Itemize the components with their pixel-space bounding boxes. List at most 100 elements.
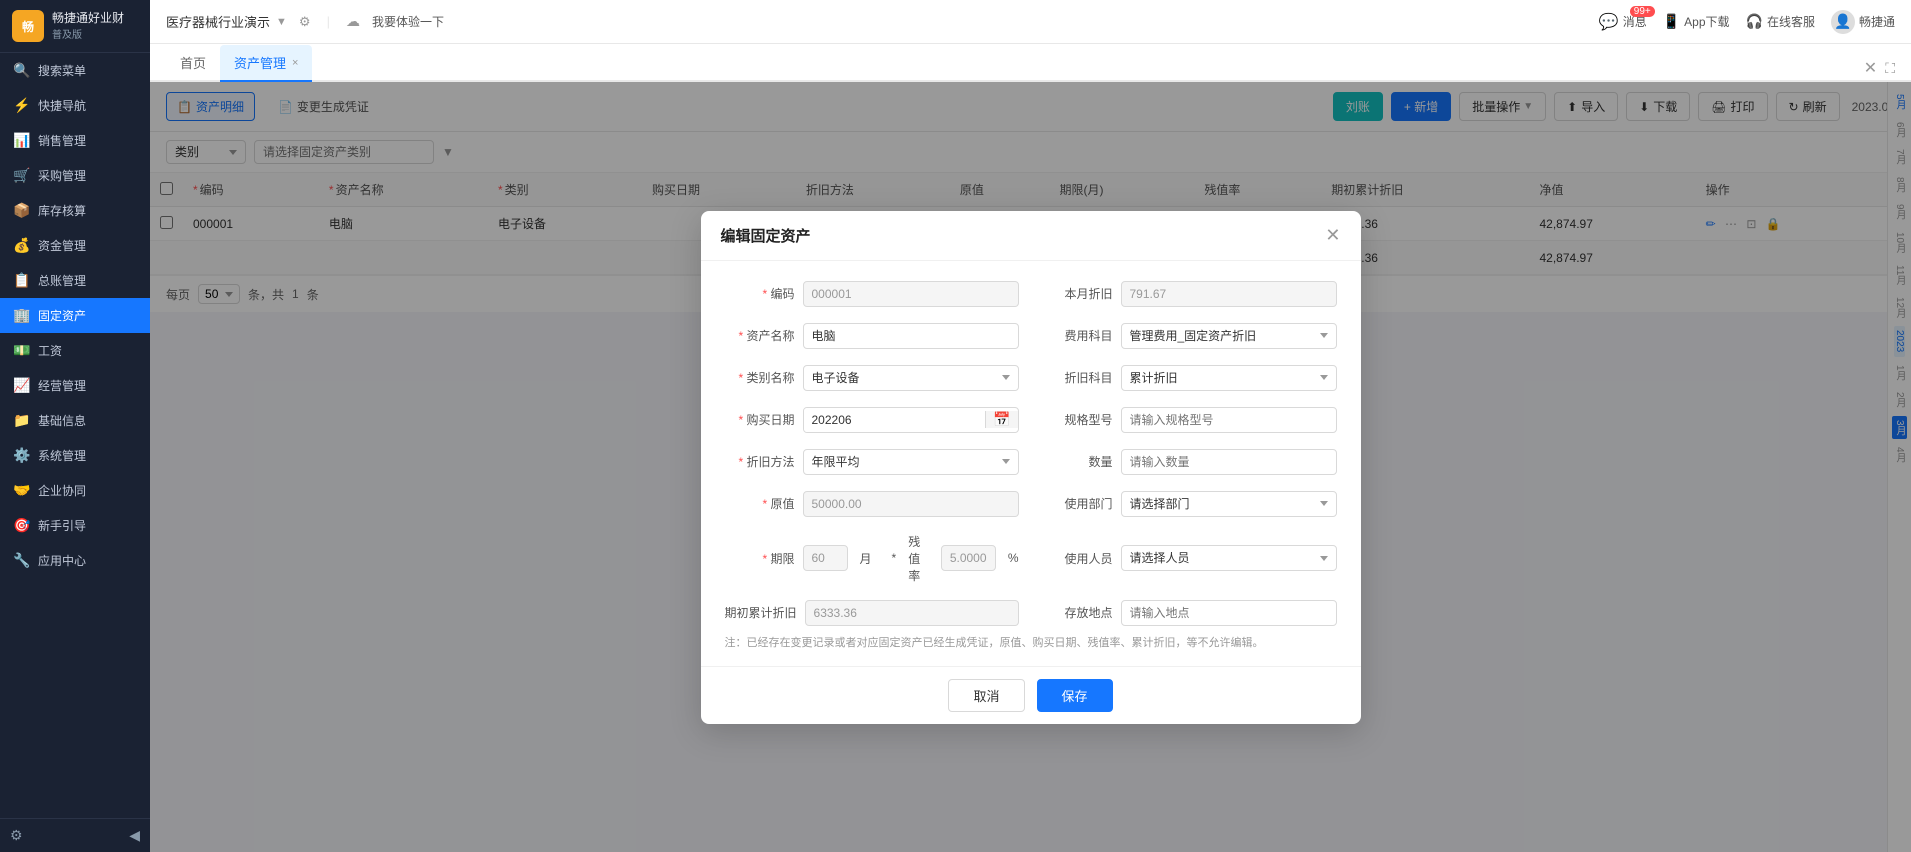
window-close-icon[interactable]: ✕ xyxy=(1864,58,1877,78)
app_center-icon: 🔧 xyxy=(14,553,30,569)
sidebar-item-basic[interactable]: 📁基础信息 xyxy=(0,403,150,438)
purchase-date-field: 📅 xyxy=(803,407,1019,433)
sidebar: 畅 畅捷通好业财 普及版 🔍搜索菜单⚡快捷导航 📊 销售管理 🛒采购管理 📦 库存核算 💰资… xyxy=(0,0,150,852)
monthly-dep-input[interactable] xyxy=(1121,281,1337,307)
sidebar-item-general[interactable]: 📋总账管理 xyxy=(0,263,150,298)
original-input[interactable] xyxy=(803,491,1019,517)
person-select[interactable]: 请选择人员 xyxy=(1121,545,1337,571)
purchase-date-label: * 购买日期 xyxy=(725,411,795,428)
quantity-input[interactable] xyxy=(1121,449,1337,475)
spec-input[interactable] xyxy=(1121,407,1337,433)
original-label: * 原值 xyxy=(725,495,795,512)
sidebar-item-label: 销售管理 xyxy=(38,132,86,149)
sidebar-item-quick[interactable]: ⚡快捷导航 xyxy=(0,88,150,123)
period-input[interactable] xyxy=(803,545,848,571)
tab-home[interactable]: 首页 xyxy=(166,45,220,82)
name-input[interactable] xyxy=(803,323,1019,349)
customer-service-btn[interactable]: 🎧 在线客服 xyxy=(1746,13,1815,30)
category-select[interactable]: 电子设备 xyxy=(803,365,1019,391)
message-badge: 99+ xyxy=(1630,6,1655,17)
sidebar-item-label: 快捷导航 xyxy=(38,97,86,114)
person-label: 使用人员 xyxy=(1043,550,1113,567)
tab-close-icon[interactable]: × xyxy=(292,57,298,69)
sidebar-item-search[interactable]: 🔍搜索菜单 xyxy=(0,53,150,88)
form-row-name: * 资产名称 xyxy=(725,323,1019,349)
message-icon: 💬 xyxy=(1599,12,1619,32)
system-icon: ⚙️ xyxy=(14,448,30,464)
form-row-expense: 费用科目 管理费用_固定资产折旧 xyxy=(1043,323,1337,349)
residual-input[interactable] xyxy=(941,545,996,571)
sidebar-item-fixed[interactable]: 🏢固定资产 xyxy=(0,298,150,333)
sidebar-item-system[interactable]: ⚙️ 系统管理 xyxy=(0,438,150,473)
dept-label: 使用部门 xyxy=(1043,495,1113,512)
topbar: 医疗器械行业演示 ▼ ⚙ | ☁ 我要体验一下 💬 消息 99+ 📱 App下载… xyxy=(150,0,1911,44)
sales-icon: 📊 xyxy=(14,133,30,149)
sidebar-item-app_center[interactable]: 🔧 应用中心 xyxy=(0,543,150,578)
sidebar-item-guide[interactable]: 🎯新手引导 xyxy=(0,508,150,543)
sidebar-item-label: 总账管理 xyxy=(38,272,86,289)
form-row-monthly-dep: 本月折旧 xyxy=(1043,281,1337,307)
fixed-icon: 🏢 xyxy=(14,308,30,324)
purchase-date-input[interactable] xyxy=(804,408,986,432)
sidebar-item-label: 系统管理 xyxy=(38,447,86,464)
modal-title: 编辑固定资产 xyxy=(721,225,811,246)
salary-icon: 💵 xyxy=(14,343,30,359)
sidebar-item-sales[interactable]: 📊 销售管理 xyxy=(0,123,150,158)
tab-asset-management[interactable]: 资产管理 × xyxy=(220,45,312,82)
form-row-original: * 原值 xyxy=(725,491,1019,517)
sidebar-item-label: 工资 xyxy=(38,342,62,359)
location-input[interactable] xyxy=(1121,600,1337,626)
trial-label[interactable]: 我要体验一下 xyxy=(372,13,444,30)
save-button[interactable]: 保存 xyxy=(1037,679,1113,712)
sidebar-item-finance[interactable]: 💰资金管理 xyxy=(0,228,150,263)
quantity-label: 数量 xyxy=(1043,453,1113,470)
user-menu[interactable]: 👤 畅捷通 xyxy=(1831,10,1895,34)
period-unit: 月 xyxy=(860,550,872,567)
residual-star: * xyxy=(892,551,897,565)
sidebar-header: 畅 畅捷通好业财 普及版 xyxy=(0,0,150,53)
modal-close-btn[interactable]: ✕ xyxy=(1325,225,1340,246)
message-btn[interactable]: 💬 消息 99+ xyxy=(1599,12,1647,32)
expense-label: 费用科目 xyxy=(1043,327,1113,344)
settings-icon[interactable]: ⚙ xyxy=(10,827,23,844)
form-row-method: * 折旧方法 年限平均 xyxy=(725,449,1019,475)
calendar-icon[interactable]: 📅 xyxy=(985,411,1017,428)
sidebar-item-label: 应用中心 xyxy=(38,552,86,569)
sidebar-navigation: 🔍搜索菜单⚡快捷导航 📊 销售管理 🛒采购管理 📦 库存核算 💰资金管理📋总账管理🏢固定资产… xyxy=(0,53,150,578)
residual-label: 残值率 xyxy=(908,533,929,584)
sidebar-item-label: 新手引导 xyxy=(38,517,86,534)
residual-unit: % xyxy=(1008,551,1019,565)
sidebar-item-operation[interactable]: 📈经营管理 xyxy=(0,368,150,403)
collapse-icon[interactable]: ◀ xyxy=(129,827,140,844)
industry-label: 医疗器械行业演示 xyxy=(166,12,270,31)
search-icon: 🔍 xyxy=(14,63,30,79)
sidebar-item-inventory[interactable]: 📦 库存核算 xyxy=(0,193,150,228)
form-row-dep-subject: 折旧科目 累计折旧 xyxy=(1043,365,1337,391)
dep-subject-select[interactable]: 累计折旧 xyxy=(1121,365,1337,391)
form-row-category: * 类别名称 电子设备 xyxy=(725,365,1019,391)
name-label: * 资产名称 xyxy=(725,327,795,344)
download-icon: 📱 xyxy=(1663,13,1680,30)
expense-select[interactable]: 管理费用_固定资产折旧 xyxy=(1121,323,1337,349)
sidebar-item-purchase[interactable]: 🛒采购管理 xyxy=(0,158,150,193)
dept-select[interactable]: 请选择部门 xyxy=(1121,491,1337,517)
sidebar-item-label: 库存核算 xyxy=(38,202,86,219)
inventory-icon: 📦 xyxy=(14,203,30,219)
settings-gear-icon[interactable]: ⚙ xyxy=(299,14,311,30)
operation-icon: 📈 xyxy=(14,378,30,394)
sidebar-item-salary[interactable]: 💵 工资 xyxy=(0,333,150,368)
cancel-button[interactable]: 取消 xyxy=(948,679,1024,712)
period-label: * 期限 xyxy=(725,550,795,567)
main-content: 医疗器械行业演示 ▼ ⚙ | ☁ 我要体验一下 💬 消息 99+ 📱 App下载… xyxy=(150,0,1911,852)
service-icon: 🎧 xyxy=(1746,13,1763,30)
edit-asset-modal: 编辑固定资产 ✕ * 编码 本月折旧 xyxy=(701,211,1361,724)
code-input[interactable] xyxy=(803,281,1019,307)
accumulated-label: 期初累计折旧 xyxy=(725,604,797,621)
sidebar-item-collab[interactable]: 🤝企业协同 xyxy=(0,473,150,508)
window-expand-icon[interactable]: ⛶ xyxy=(1885,60,1895,77)
industry-dropdown-icon[interactable]: ▼ xyxy=(276,16,287,28)
accumulated-input[interactable] xyxy=(805,600,1019,626)
method-select[interactable]: 年限平均 xyxy=(803,449,1019,475)
app-download-btn[interactable]: 📱 App下载 xyxy=(1663,13,1730,30)
modal-header: 编辑固定资产 ✕ xyxy=(701,211,1361,261)
